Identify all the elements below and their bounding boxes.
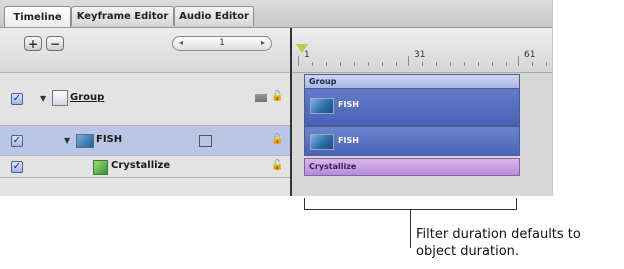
timeline-area: 1 31 61 Group FISH FISH Crystallize <box>290 28 552 196</box>
tab-bar: Timeline Keyframe Editor Audio Editor <box>0 0 552 28</box>
group-track-label: Group <box>309 77 337 86</box>
add-layer-button[interactable]: + <box>24 36 42 51</box>
fish-enable-checkbox[interactable]: ✓ <box>11 135 23 147</box>
layer-row-crystallize[interactable]: ✓ Crystallize 🔓 <box>0 156 290 178</box>
group-track-header <box>305 75 519 89</box>
group-enable-checkbox[interactable]: ✓ <box>11 93 23 105</box>
callout-leader-line <box>410 210 411 248</box>
layer-row-fish[interactable]: ✓ ▼ FISH 🔓 <box>0 126 290 156</box>
layers-controls: + − ◂ 1 ▸ <box>0 28 290 73</box>
layers-list: + − ◂ 1 ▸ ✓ ▼ Group 🔓 ✓ ▼ FISH 🔓 ✓ Cryst… <box>0 28 290 196</box>
lock-icon[interactable]: 🔓 <box>271 160 283 171</box>
crystallize-enable-checkbox[interactable]: ✓ <box>11 161 23 173</box>
filter-icon <box>93 160 108 175</box>
duration-bracket <box>304 198 517 210</box>
group-fish-label: FISH <box>338 100 359 109</box>
group-type-icon <box>255 94 267 102</box>
tab-audio-editor[interactable]: Audio Editor <box>174 6 254 26</box>
clone-icon <box>199 135 212 147</box>
tab-keyframe-editor[interactable]: Keyframe Editor <box>71 6 174 26</box>
crystallize-track-label: Crystallize <box>309 162 357 171</box>
next-frame-arrow-icon[interactable]: ▸ <box>261 38 265 47</box>
time-ruler[interactable]: 1 31 61 <box>290 28 552 73</box>
disclosure-triangle-icon[interactable]: ▼ <box>64 136 70 145</box>
crystallize-filter-name: Crystallize <box>111 160 171 171</box>
fish-thumbnail <box>310 98 334 114</box>
lock-icon[interactable]: 🔓 <box>271 134 283 145</box>
ruler-label: 31 <box>414 50 426 60</box>
playhead-marker-icon[interactable] <box>296 44 308 53</box>
image-icon <box>76 134 94 148</box>
layer-row-group[interactable]: ✓ ▼ Group 🔓 <box>0 73 290 126</box>
fish-track-bar[interactable]: FISH <box>304 126 520 156</box>
fish-layer-name: FISH <box>96 134 123 145</box>
current-frame-field[interactable]: ◂ 1 ▸ <box>172 36 272 51</box>
lock-icon[interactable]: 🔓 <box>271 91 283 102</box>
timeline-panel: Timeline Keyframe Editor Audio Editor + … <box>0 0 553 196</box>
fish-thumbnail <box>310 134 334 150</box>
playhead-line[interactable] <box>290 28 292 196</box>
group-icon <box>52 90 68 106</box>
remove-layer-button[interactable]: − <box>46 36 64 51</box>
fish-track-label: FISH <box>338 136 359 145</box>
current-frame-value: 1 <box>219 38 225 48</box>
group-track-bar[interactable]: Group FISH <box>304 74 520 126</box>
group-layer-name: Group <box>70 92 105 103</box>
ruler-label: 61 <box>524 50 536 60</box>
crystallize-track-bar[interactable]: Crystallize <box>304 158 520 176</box>
disclosure-triangle-icon[interactable]: ▼ <box>40 94 46 103</box>
callout-text: Filter duration defaults to object durat… <box>416 227 581 259</box>
tab-timeline[interactable]: Timeline <box>4 6 71 27</box>
